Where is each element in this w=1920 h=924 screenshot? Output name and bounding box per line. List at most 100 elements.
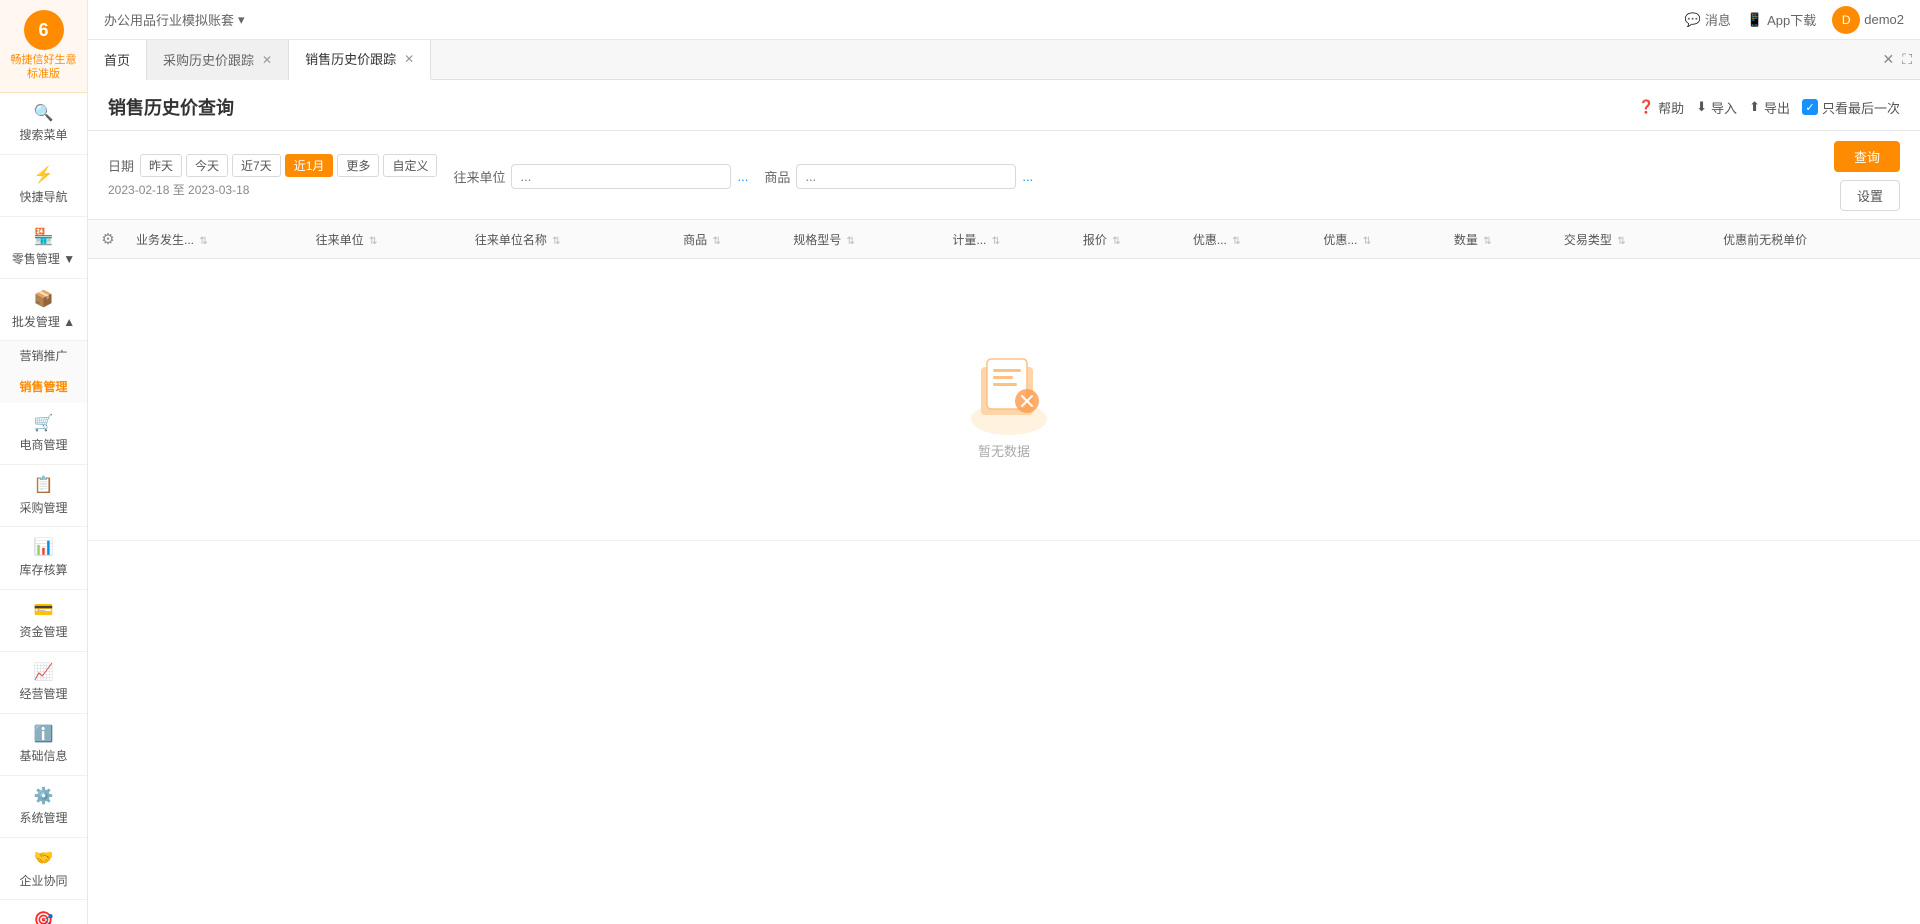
topbar-right: 💬 消息 📱 App下载 D demo2 <box>1685 6 1904 34</box>
sidebar-item-finance[interactable]: 💳 资金管理 <box>0 590 87 652</box>
sidebar-item-search[interactable]: 🔍 搜索菜单 <box>0 93 87 155</box>
import-button[interactable]: ⬇ 导入 <box>1696 98 1737 117</box>
ecommerce-icon: 🛒 <box>34 413 54 435</box>
sidebar-logo[interactable]: 6 畅捷信好生意 标准版 <box>0 0 87 93</box>
th-quote: 报价 ⇅ <box>1075 220 1185 259</box>
sort-icon: ⇅ <box>1363 236 1371 247</box>
sidebar-item-shortcut[interactable]: ⚡ 快捷导航 <box>0 155 87 217</box>
partner-input[interactable] <box>511 164 731 189</box>
sidebar-item-cooperation[interactable]: 🤝 企业协同 <box>0 838 87 900</box>
account-dropdown[interactable]: 办公用品行业模拟账套 ▾ <box>104 10 245 29</box>
th-partner-name: 往来单位名称 ⇅ <box>467 220 675 259</box>
tab-controls: ✕ ⛶ <box>1874 51 1920 68</box>
date-btn-more[interactable]: 更多 <box>337 154 379 177</box>
sidebar-item-label: 资金管理 <box>19 624 67 641</box>
page-content: 销售历史价查询 ❓ 帮助 ⬇ 导入 ⬆ 导出 ✓ 只看最后一次 <box>88 80 1920 924</box>
sort-icon: ⇅ <box>1112 236 1120 247</box>
table-container: ⚙ 业务发生... ⇅ 往来单位 ⇅ 往来单位名称 ⇅ 商品 ⇅ <box>88 220 1920 924</box>
purchase-icon: 📋 <box>34 475 54 497</box>
query-button[interactable]: 查询 <box>1834 141 1900 172</box>
marketing-label: 营销推广 <box>19 348 67 365</box>
export-button[interactable]: ⬆ 导出 <box>1749 98 1790 117</box>
guide-icon: 🎯 <box>34 910 54 924</box>
sidebar-item-operation[interactable]: 📈 经营管理 <box>0 652 87 714</box>
only-last-checkbox[interactable]: ✓ 只看最后一次 <box>1802 98 1900 117</box>
sidebar-item-label: 批发管理 ▲ <box>12 314 75 331</box>
sidebar-item-retail[interactable]: 🏪 零售管理 ▼ <box>0 217 87 279</box>
sidebar-nav: 🔍 搜索菜单 ⚡ 快捷导航 🏪 零售管理 ▼ 📦 批发管理 ▲ 营销推广 销售管… <box>0 93 87 924</box>
retail-icon: 🏪 <box>34 227 54 249</box>
logo-icon: 6 <box>24 10 64 50</box>
sidebar-item-guide[interactable]: 🎯 新手引导 <box>0 900 87 924</box>
wholesale-icon: 📦 <box>34 289 54 311</box>
th-notax-price-label: 优惠前无税单价 <box>1723 233 1807 247</box>
sidebar-item-label: 搜索菜单 <box>19 127 67 144</box>
cooperation-icon: 🤝 <box>34 848 54 870</box>
sidebar-item-purchase[interactable]: 📋 采购管理 <box>0 465 87 527</box>
th-partner-code-label: 往来单位 ⇅ <box>316 233 378 247</box>
empty-state: 暂无数据 <box>88 259 1920 540</box>
table-header-row: ⚙ 业务发生... ⇅ 往来单位 ⇅ 往来单位名称 ⇅ 商品 ⇅ <box>88 220 1920 259</box>
date-btn-yesterday[interactable]: 昨天 <box>140 154 182 177</box>
sort-icon: ⇅ <box>847 236 855 247</box>
sidebar-item-sales[interactable]: 销售管理 <box>0 372 87 403</box>
tab-purchase-label: 采购历史价跟踪 <box>163 50 254 69</box>
sidebar-sub-wholesale: 营销推广 销售管理 <box>0 341 87 403</box>
sidebar-item-basic[interactable]: ℹ️ 基础信息 <box>0 714 87 776</box>
th-spec-label: 规格型号 ⇅ <box>793 233 855 247</box>
column-settings-button[interactable]: ⚙ <box>101 230 114 248</box>
goods-label: 商品 <box>764 167 790 186</box>
tab-home-label: 首页 <box>104 50 130 69</box>
th-discount2-label: 优惠... ⇅ <box>1323 233 1371 247</box>
sales-label: 销售管理 <box>19 379 67 396</box>
sidebar-item-system[interactable]: ⚙️ 系统管理 <box>0 776 87 838</box>
date-btn-today[interactable]: 今天 <box>186 154 228 177</box>
sidebar-item-label: 系统管理 <box>19 810 67 827</box>
tab-home[interactable]: 首页 <box>88 40 147 80</box>
account-name: 办公用品行业模拟账套 <box>104 10 234 29</box>
goods-select-icon[interactable]: ... <box>1022 169 1033 184</box>
tab-purchase[interactable]: 采购历史价跟踪 ✕ <box>147 40 289 80</box>
empty-illustration <box>959 339 1049 429</box>
date-btn-7days[interactable]: 近7天 <box>232 154 281 177</box>
system-icon: ⚙️ <box>34 786 54 808</box>
sidebar-item-inventory[interactable]: 📊 库存核算 <box>0 527 87 589</box>
sidebar-item-ecommerce[interactable]: 🛒 电商管理 <box>0 403 87 465</box>
settings-button[interactable]: 设置 <box>1840 180 1900 211</box>
tab-sales-close[interactable]: ✕ <box>404 52 414 66</box>
app-download-button[interactable]: 📱 App下载 <box>1747 10 1816 29</box>
th-discount1: 优惠... ⇅ <box>1185 220 1316 259</box>
th-quantity-label: 数量 ⇅ <box>1454 233 1492 247</box>
th-settings: ⚙ <box>88 220 128 259</box>
th-trade-type-label: 交易类型 ⇅ <box>1564 233 1626 247</box>
message-icon: 💬 <box>1685 12 1701 28</box>
sidebar-item-label: 经营管理 <box>19 686 67 703</box>
th-biz-date: 业务发生... ⇅ <box>128 220 308 259</box>
th-unit-label: 计量... ⇅ <box>952 233 1000 247</box>
date-btn-custom[interactable]: 自定义 <box>383 154 437 177</box>
partner-select-icon[interactable]: ... <box>737 169 748 184</box>
goods-input[interactable] <box>796 164 1016 189</box>
sidebar-item-marketing[interactable]: 营销推广 <box>0 341 87 372</box>
sidebar-item-wholesale[interactable]: 📦 批发管理 ▲ <box>0 279 87 341</box>
tab-purchase-close[interactable]: ✕ <box>262 53 272 67</box>
date-btn-1month[interactable]: 近1月 <box>285 154 334 177</box>
table-header: ⚙ 业务发生... ⇅ 往来单位 ⇅ 往来单位名称 ⇅ 商品 ⇅ <box>88 220 1920 259</box>
checkbox-checked-icon: ✓ <box>1802 99 1818 115</box>
sidebar-item-label: 快捷导航 <box>19 189 67 206</box>
sidebar: 6 畅捷信好生意 标准版 🔍 搜索菜单 ⚡ 快捷导航 🏪 零售管理 ▼ 📦 批发… <box>0 0 88 924</box>
user-profile[interactable]: D demo2 <box>1832 6 1904 34</box>
help-button[interactable]: ❓ 帮助 <box>1638 98 1684 117</box>
messages-button[interactable]: 💬 消息 <box>1685 10 1731 29</box>
date-buttons: 昨天 今天 近7天 近1月 更多 自定义 <box>140 154 437 177</box>
page-title: 销售历史价查询 <box>108 94 234 120</box>
topbar: 办公用品行业模拟账套 ▾ 💬 消息 📱 App下载 D demo2 <box>88 0 1920 40</box>
main-content: 办公用品行业模拟账套 ▾ 💬 消息 📱 App下载 D demo2 首页 采购历… <box>88 0 1920 924</box>
tab-sales[interactable]: 销售历史价跟踪 ✕ <box>289 40 431 80</box>
basic-icon: ℹ️ <box>34 724 54 746</box>
tab-expand-icon[interactable]: ⛶ <box>1902 51 1912 68</box>
sidebar-item-label: 企业协同 <box>19 873 67 890</box>
tab-close-window-icon[interactable]: ✕ <box>1882 51 1894 68</box>
th-quote-label: 报价 ⇅ <box>1083 233 1121 247</box>
filter-bar: 日期 昨天 今天 近7天 近1月 更多 自定义 2023-02-18 至 202… <box>88 131 1920 220</box>
